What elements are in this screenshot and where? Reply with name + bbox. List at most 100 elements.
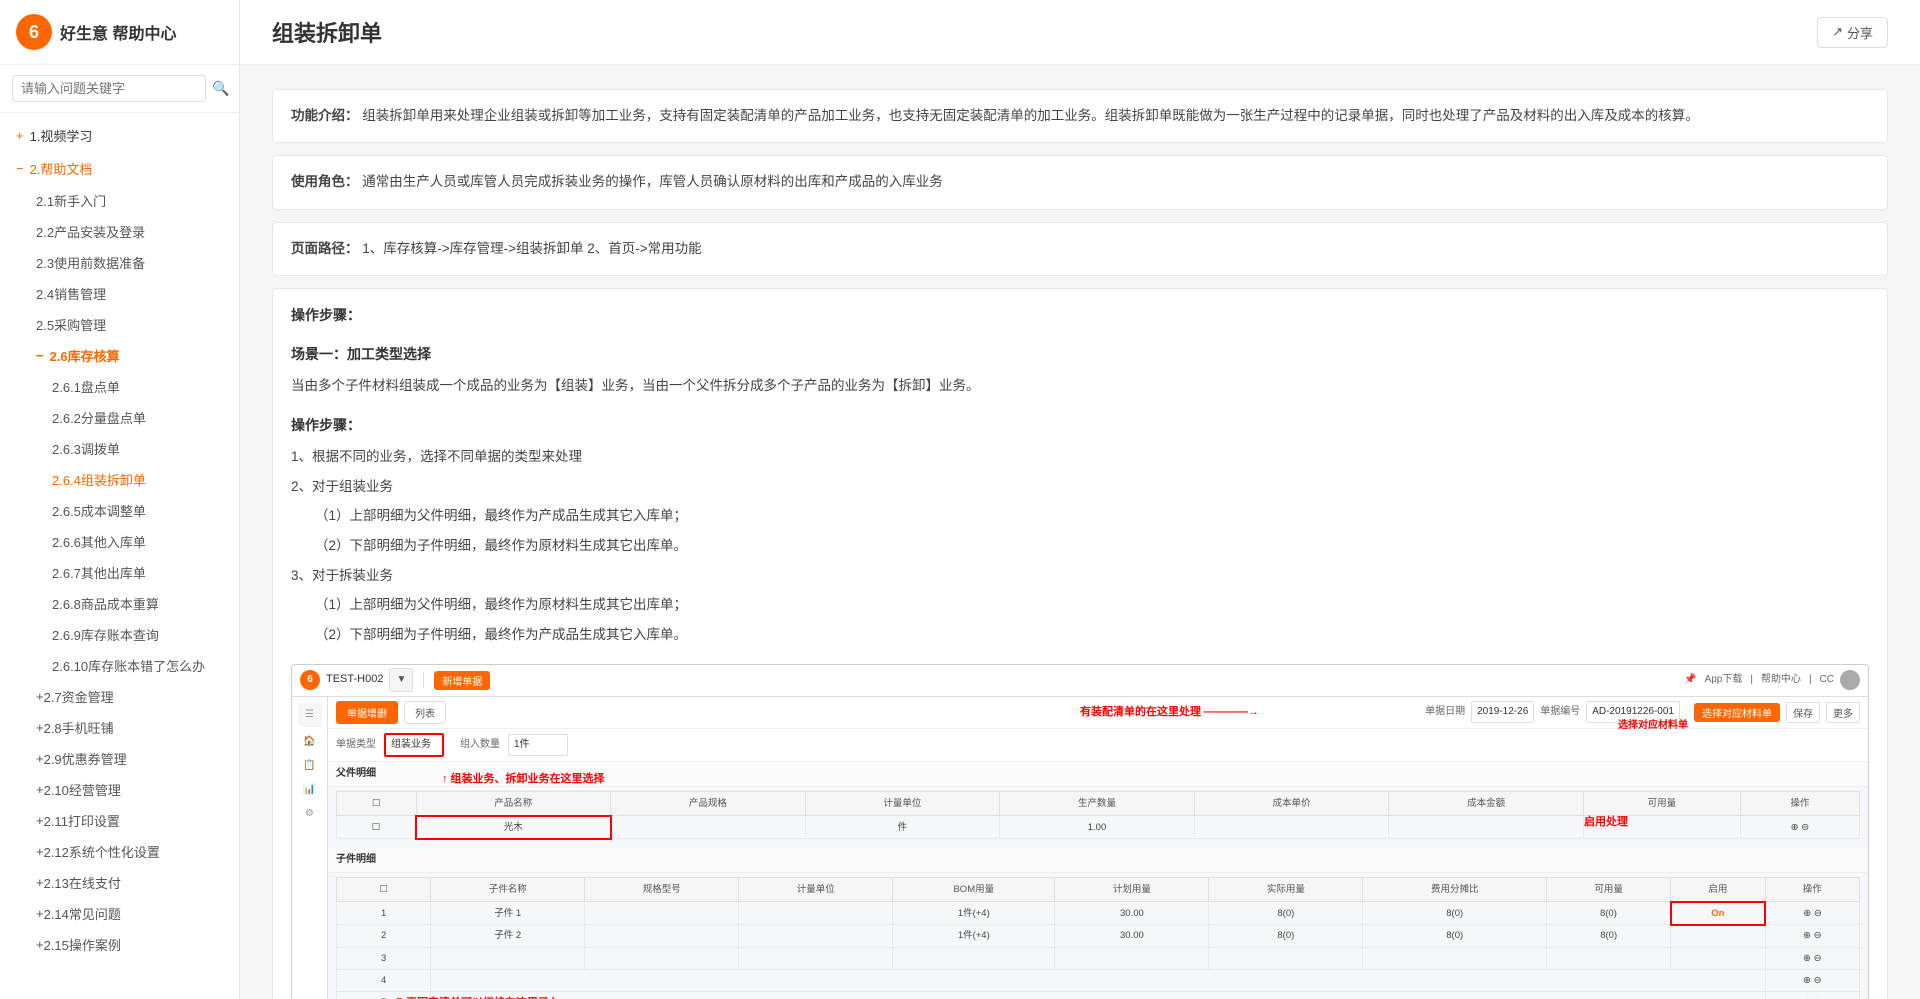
sidebar-item-2-6-9[interactable]: 2.6.9库存账本查询 bbox=[0, 619, 239, 650]
main-content: 组装拆卸单 ↗ 分享 功能介绍： 组装拆卸单用来处理企业组装或拆卸等加工业务，支… bbox=[240, 0, 1920, 999]
search-input[interactable] bbox=[12, 75, 206, 102]
sidebar-item-2-6-2[interactable]: 2.6.2分量盘点单 bbox=[0, 402, 239, 433]
sidebar-item-2-10[interactable]: + 2.10经营管理 bbox=[0, 774, 239, 805]
minus-icon: − bbox=[36, 348, 44, 363]
cell-seq: 4 bbox=[337, 969, 431, 991]
col-op-child: 启用 bbox=[1671, 877, 1765, 902]
mock-parent-table: ☐ 产品名称 产品规格 计量单位 生产数量 成本单价 成本金额 可用量 操作 bbox=[336, 791, 1860, 840]
sidebar-item-2-6-5[interactable]: 2.6.5成本调整单 bbox=[0, 495, 239, 526]
sidebar-item-2-7[interactable]: + 2.7资金管理 bbox=[0, 681, 239, 712]
col-checkbox: ☐ bbox=[337, 877, 431, 902]
expand-icon: + bbox=[36, 689, 44, 704]
cell-unit2 bbox=[739, 925, 893, 947]
mock-new-doc-btn[interactable]: 新增单据 bbox=[434, 671, 490, 690]
cell-seq: 1 bbox=[337, 902, 431, 925]
cell-bom3 bbox=[893, 947, 1055, 969]
mock-more-btn[interactable]: 更多 bbox=[1826, 702, 1860, 723]
sidebar-item-2-4[interactable]: 2.4销售管理 bbox=[0, 278, 239, 309]
cell-act3 bbox=[1209, 947, 1363, 969]
sidebar-item-2-6[interactable]: − 2.6库存核算 bbox=[0, 340, 239, 371]
mock-qty-value: 1件 bbox=[508, 734, 568, 756]
mock-dropdown: ▼ bbox=[389, 668, 413, 692]
col-op: 操作 bbox=[1740, 791, 1859, 816]
cell-avail1: 8(0) bbox=[1547, 902, 1671, 925]
sidebar-item-2-2[interactable]: 2.2产品安装及登录 bbox=[0, 216, 239, 247]
table-row: 2 子件 2 1件(+4) 30.00 8(0) 8(0) 8(0) bbox=[337, 925, 1860, 947]
cell-ratio1: 8(0) bbox=[1363, 902, 1547, 925]
sidebar-item-video[interactable]: + 1.视频学习 bbox=[0, 119, 239, 152]
sidebar-item-2-6-3[interactable]: 2.6.3调拨单 bbox=[0, 433, 239, 464]
app-logo: 6 bbox=[16, 14, 52, 50]
cell-enable3 bbox=[1671, 947, 1765, 969]
path-text: 1、库存核算->库存管理->组装拆卸单 2、首页->常用功能 bbox=[362, 241, 701, 256]
main-header: 组装拆卸单 ↗ 分享 bbox=[240, 0, 1920, 65]
mock-save-btn[interactable]: 保存 bbox=[1786, 702, 1820, 723]
annotation-select-material: 选择对应材料单 bbox=[1618, 717, 1688, 735]
cell-op5: ⊕ ⊖ bbox=[1765, 991, 1859, 999]
mock-tab-list[interactable]: 列表 bbox=[404, 701, 446, 724]
sidebar-item-2-6-1[interactable]: 2.6.1盘点单 bbox=[0, 371, 239, 402]
cell-act2: 8(0) bbox=[1209, 925, 1363, 947]
sidebar-item-2-8[interactable]: + 2.8手机旺铺 bbox=[0, 712, 239, 743]
sidebar-item-2-6-10[interactable]: 2.6.10库存账本错了怎么办 bbox=[0, 650, 239, 681]
share-button[interactable]: ↗ 分享 bbox=[1817, 17, 1888, 48]
col-avail-child: 可用量 bbox=[1547, 877, 1671, 902]
col-bom-qty: BOM用量 bbox=[893, 877, 1055, 902]
role-block: 使用角色： 通常由生产人员或库管人员完成拆装业务的操作，库管人员确认原材料的出库… bbox=[272, 155, 1888, 209]
cell-empty4 bbox=[431, 969, 1765, 991]
mock-tab-new[interactable]: 单据增删 bbox=[336, 701, 398, 724]
sidebar-item-help-docs[interactable]: − 2.帮助文档 bbox=[0, 152, 239, 185]
cell-total bbox=[1389, 816, 1584, 839]
mock-nav-icon-2: 🏠 bbox=[303, 733, 315, 751]
cell-enable2 bbox=[1671, 925, 1765, 947]
cell-cost bbox=[1194, 816, 1389, 839]
mock-avatar bbox=[1840, 670, 1860, 690]
step2-2: （2）下部明细为子件明细，最终作为原材料生成其它出库单。 bbox=[291, 533, 1869, 559]
expand-icon: + bbox=[36, 782, 44, 797]
mock-org: TEST-H002 bbox=[326, 670, 383, 690]
step2: 2、对于组装业务 bbox=[291, 474, 1869, 500]
cell-qty: 1.00 bbox=[1000, 816, 1195, 839]
collapse-icon: − bbox=[16, 161, 24, 176]
sidebar-item-label: 2.帮助文档 bbox=[30, 159, 93, 178]
col-name: 产品名称 bbox=[416, 791, 611, 816]
sidebar-item-2-11[interactable]: + 2.11打印设置 bbox=[0, 805, 239, 836]
col-act-qty: 实际用量 bbox=[1209, 877, 1363, 902]
sidebar-item-2-6-6[interactable]: 2.6.6其他入库单 bbox=[0, 526, 239, 557]
mock-section-child: 子件明细 bbox=[328, 848, 1868, 873]
col-unit: 计量单位 bbox=[805, 791, 1000, 816]
cell-unit: 件 bbox=[805, 816, 1000, 839]
sidebar-item-2-15[interactable]: + 2.15操作案例 bbox=[0, 929, 239, 960]
sidebar-item-2-5[interactable]: 2.5采购管理 bbox=[0, 309, 239, 340]
mock-select-material-btn[interactable]: 选择对应材料单 bbox=[1694, 703, 1780, 722]
annotation-1: 有装配清单的在这里处理 ————→ bbox=[1080, 703, 1259, 723]
col-spec: 产品规格 bbox=[611, 791, 806, 816]
step2-1: （1）上部明细为父件明细，最终作为产成品生成其它入库单； bbox=[291, 503, 1869, 529]
feature-intro-text: 组装拆卸单用来处理企业组装或拆卸等加工业务，支持有固定装配清单的产品加工业务，也… bbox=[362, 108, 1699, 123]
sidebar-item-2-6-4[interactable]: 2.6.4组装拆卸单 bbox=[0, 464, 239, 495]
mock-type-label: 单据类型 bbox=[336, 736, 376, 754]
search-box: 🔍 bbox=[0, 65, 239, 113]
mock-nav-icon-3: 📋 bbox=[303, 757, 315, 775]
sidebar-item-2-6-7[interactable]: 2.6.7其他出库单 bbox=[0, 557, 239, 588]
cell-name3 bbox=[431, 947, 585, 969]
expand-icon: + bbox=[36, 751, 44, 766]
table-row: 1 子件 1 1件(+4) 30.00 8(0) 8(0) 8(0) bbox=[337, 902, 1860, 925]
search-icon[interactable]: 🔍 bbox=[212, 80, 229, 97]
cell-ratio2: 8(0) bbox=[1363, 925, 1547, 947]
sidebar-item-2-13[interactable]: + 2.13在线支付 bbox=[0, 867, 239, 898]
col-op2: 操作 bbox=[1765, 877, 1859, 902]
col-spec-child: 规格型号 bbox=[585, 877, 739, 902]
sidebar-item-2-1[interactable]: 2.1新手入门 bbox=[0, 185, 239, 216]
expand-icon: + bbox=[36, 813, 44, 828]
sidebar-item-2-14[interactable]: + 2.14常见问题 bbox=[0, 898, 239, 929]
sidebar-item-2-12[interactable]: + 2.12系统个性化设置 bbox=[0, 836, 239, 867]
sidebar-item-2-6-8[interactable]: 2.6.8商品成本重算 bbox=[0, 588, 239, 619]
sidebar-item-2-9[interactable]: + 2.9优惠券管理 bbox=[0, 743, 239, 774]
nav-section: + 1.视频学习 − 2.帮助文档 2.1新手入门 2.2产品安装及登录 2.3… bbox=[0, 113, 239, 966]
cell-spec3 bbox=[585, 947, 739, 969]
mock-date-value: 2019-12-26 bbox=[1471, 701, 1534, 723]
cell-seq: 2 bbox=[337, 925, 431, 947]
sidebar-item-2-3[interactable]: 2.3使用前数据准备 bbox=[0, 247, 239, 278]
cell-act1: 8(0) bbox=[1209, 902, 1363, 925]
